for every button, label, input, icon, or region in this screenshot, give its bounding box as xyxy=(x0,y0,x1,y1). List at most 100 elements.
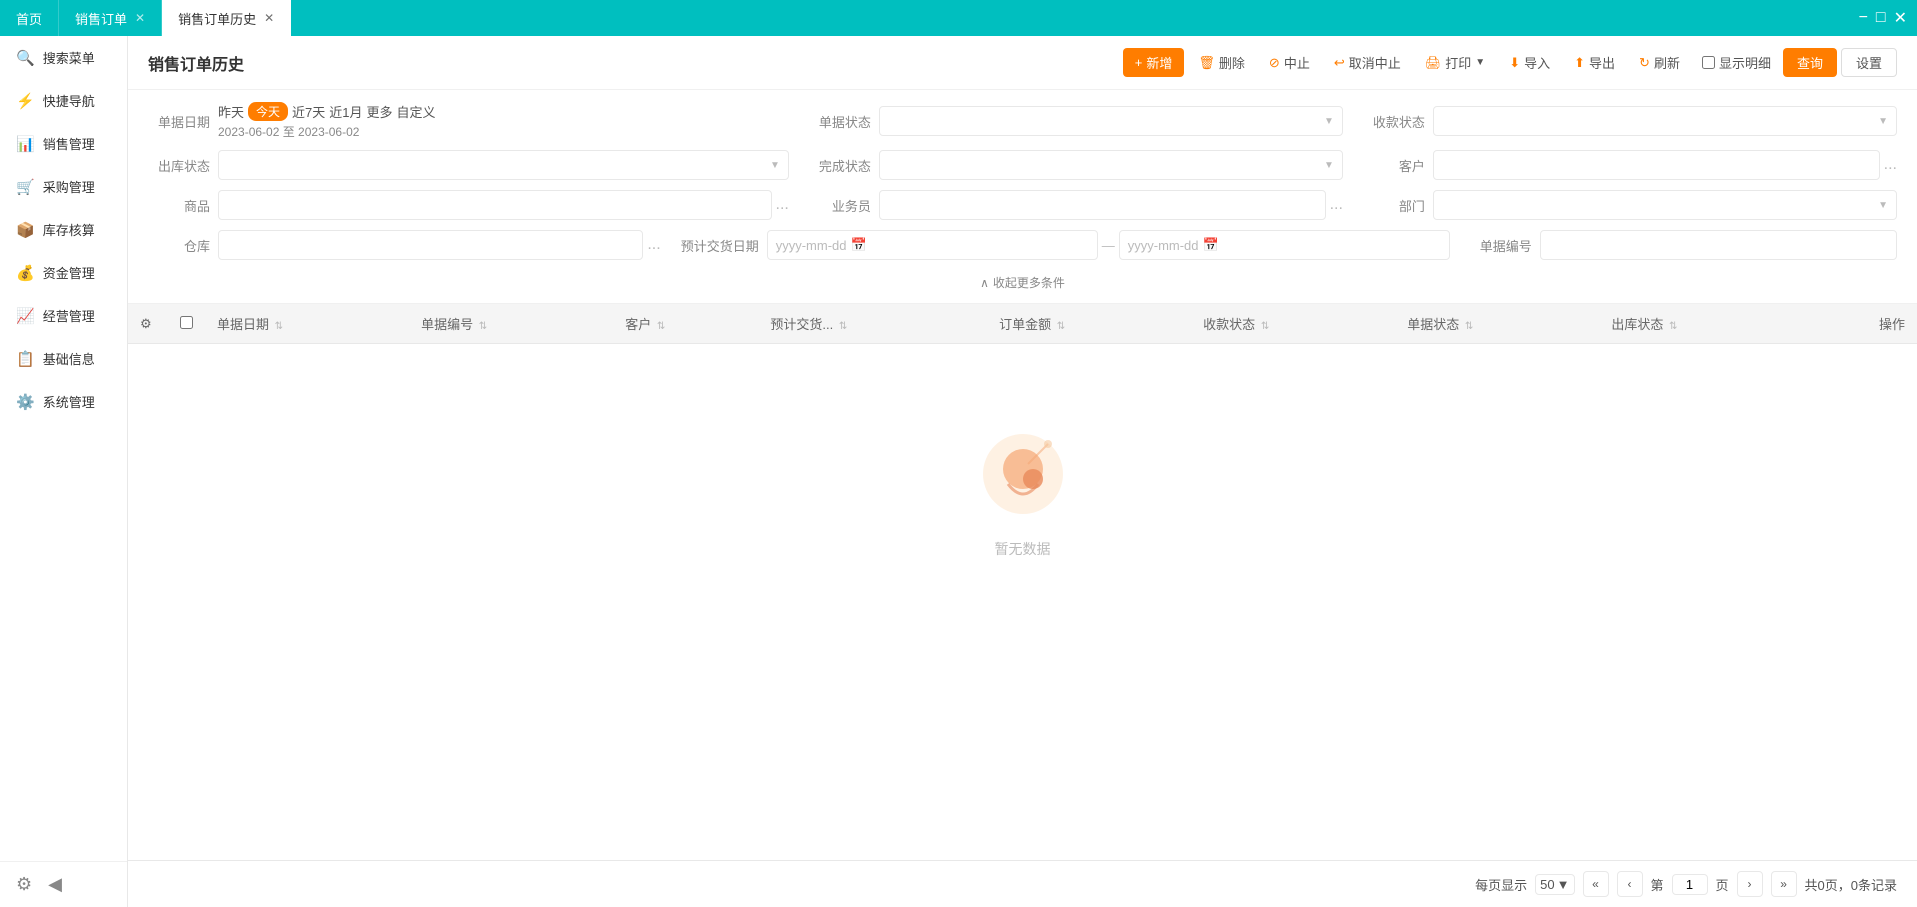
sidebar-item-quicknav[interactable]: ⚡ 快捷导航 xyxy=(0,79,127,122)
th-order-no[interactable]: 单据编号 ⇅ xyxy=(409,304,613,344)
sort-payment-status-icon[interactable]: ⇅ xyxy=(1261,321,1269,332)
th-delivery-status[interactable]: 出库状态 ⇅ xyxy=(1599,304,1803,344)
delivery-status-label: 出库状态 xyxy=(148,156,218,175)
settings-button[interactable]: 设置 xyxy=(1841,48,1897,77)
th-customer[interactable]: 客户 ⇅ xyxy=(613,304,758,344)
empty-state: 暂无数据 xyxy=(128,344,1917,639)
sidebar-item-operations-label: 经营管理 xyxy=(43,306,95,325)
warehouse-more-icon[interactable]: ... xyxy=(647,236,660,254)
sidebar-item-purchase[interactable]: 🛒 采购管理 xyxy=(0,165,127,208)
table-header-row: ⚙ 单据日期 ⇅ 单据编号 ⇅ xyxy=(128,304,1917,344)
tab-sales-order[interactable]: 销售订单 ✕ xyxy=(59,0,162,36)
inventory-icon: 📦 xyxy=(16,221,35,239)
department-arrow-icon: ▼ xyxy=(1878,200,1888,211)
prev-page-button[interactable]: ‹ xyxy=(1617,871,1643,897)
tab-home[interactable]: 首页 xyxy=(0,0,59,36)
new-button-label: 新增 xyxy=(1146,53,1172,72)
export-button[interactable]: ⬆ 导出 xyxy=(1564,48,1625,77)
page-number-input[interactable] xyxy=(1672,874,1708,895)
display-cols-checkbox[interactable]: 显示明细 xyxy=(1702,53,1771,72)
th-expected-delivery[interactable]: 预计交货... ⇅ xyxy=(758,304,987,344)
collapse-filters-button[interactable]: ∧ 收起更多条件 xyxy=(148,270,1897,291)
stop-button[interactable]: ⊘ 中止 xyxy=(1259,48,1320,77)
warehouse-input[interactable] xyxy=(218,230,643,260)
customer-more-icon[interactable]: ... xyxy=(1884,156,1897,174)
th-order-status-label: 单据状态 xyxy=(1407,317,1459,332)
basic-info-icon: 📋 xyxy=(16,350,35,368)
display-cols-input[interactable] xyxy=(1702,56,1715,69)
data-table: ⚙ 单据日期 ⇅ 单据编号 ⇅ xyxy=(128,304,1917,344)
print-button[interactable]: 🖨 打印 ▼ xyxy=(1415,48,1495,77)
th-settings[interactable]: ⚙ xyxy=(128,304,168,344)
cancel-stop-button[interactable]: ↩ 取消中止 xyxy=(1324,48,1411,77)
tab-sales-history[interactable]: 销售订单历史 ✕ xyxy=(162,0,291,36)
query-button[interactable]: 查询 xyxy=(1783,48,1837,77)
expected-date-to-input[interactable]: yyyy-mm-dd 📅 xyxy=(1119,230,1450,260)
sidebar-item-search[interactable]: 🔍 搜索菜单 xyxy=(0,36,127,79)
tab-sales-order-close[interactable]: ✕ xyxy=(135,11,145,25)
th-order-amount[interactable]: 订单金额 ⇅ xyxy=(987,304,1191,344)
th-order-status[interactable]: 单据状态 ⇅ xyxy=(1395,304,1599,344)
date-opt-today[interactable]: 今天 xyxy=(248,102,288,121)
sort-order-no-icon[interactable]: ⇅ xyxy=(479,321,487,332)
th-checkbox[interactable] xyxy=(168,304,205,344)
tab-sales-order-label: 销售订单 xyxy=(75,9,127,28)
minimize-btn[interactable]: − xyxy=(1859,9,1868,27)
sidebar-item-basic-info[interactable]: 📋 基础信息 xyxy=(0,337,127,380)
page-suffix-label: 页 xyxy=(1716,875,1729,894)
department-select[interactable]: ▼ xyxy=(1433,190,1897,220)
order-status-select[interactable]: ▼ xyxy=(879,106,1343,136)
th-date[interactable]: 单据日期 ⇅ xyxy=(205,304,409,344)
complete-status-select[interactable]: ▼ xyxy=(879,150,1343,180)
next-page-button[interactable]: › xyxy=(1737,871,1763,897)
window-controls: − □ ✕ xyxy=(1859,8,1907,28)
empty-text: 暂无数据 xyxy=(995,539,1051,559)
import-button[interactable]: ⬇ 导入 xyxy=(1499,48,1560,77)
last-page-button[interactable]: » xyxy=(1771,871,1797,897)
date-opt-1month[interactable]: 近1月 xyxy=(329,102,362,121)
date-opt-more[interactable]: 更多 xyxy=(367,102,393,121)
new-button[interactable]: + 新增 xyxy=(1123,48,1185,77)
sort-customer-icon[interactable]: ⇅ xyxy=(657,321,665,332)
sidebar-item-finance[interactable]: 💰 资金管理 xyxy=(0,251,127,294)
payment-status-select[interactable]: ▼ xyxy=(1433,106,1897,136)
th-payment-status[interactable]: 收款状态 ⇅ xyxy=(1191,304,1395,344)
expected-date-from-input[interactable]: yyyy-mm-dd 📅 xyxy=(767,230,1098,260)
sidebar-item-system[interactable]: ⚙️ 系统管理 xyxy=(0,380,127,423)
sidebar-item-inventory[interactable]: 📦 库存核算 xyxy=(0,208,127,251)
purchase-icon: 🛒 xyxy=(16,178,35,196)
refresh-button[interactable]: ↻ 刷新 xyxy=(1629,48,1690,77)
first-page-button[interactable]: « xyxy=(1583,871,1609,897)
order-no-input[interactable] xyxy=(1540,230,1897,260)
table-area: ⚙ 单据日期 ⇅ 单据编号 ⇅ xyxy=(128,304,1917,860)
sort-date-icon[interactable]: ⇅ xyxy=(275,321,283,332)
select-all-checkbox[interactable] xyxy=(180,316,193,329)
sort-order-amount-icon[interactable]: ⇅ xyxy=(1057,321,1065,332)
delivery-status-select[interactable]: ▼ xyxy=(218,150,789,180)
sort-delivery-status-icon[interactable]: ⇅ xyxy=(1669,321,1677,332)
sort-expected-delivery-icon[interactable]: ⇅ xyxy=(839,321,847,332)
content-area: 销售订单历史 + 新增 🗑 删除 ⊘ 中止 ↩ 取消中止 xyxy=(128,36,1917,907)
sidebar-item-operations[interactable]: 📈 经营管理 xyxy=(0,294,127,337)
close-btn[interactable]: ✕ xyxy=(1894,8,1907,28)
filter-row-2: 出库状态 ▼ 完成状态 ▼ 客户 xyxy=(148,150,1897,180)
date-opt-yesterday[interactable]: 昨天 xyxy=(218,102,244,121)
toolbar: + 新增 🗑 删除 ⊘ 中止 ↩ 取消中止 🖨 打印 xyxy=(1123,48,1897,89)
department-label: 部门 xyxy=(1363,196,1433,215)
customer-input[interactable] xyxy=(1433,150,1880,180)
page-size-select[interactable]: 50 ▼ xyxy=(1535,874,1574,895)
sidebar-settings-icon[interactable]: ⚙ xyxy=(16,874,32,895)
table-settings-icon[interactable]: ⚙ xyxy=(140,316,152,331)
tab-sales-history-close[interactable]: ✕ xyxy=(264,11,274,25)
sort-order-status-icon[interactable]: ⇅ xyxy=(1465,321,1473,332)
delete-button[interactable]: 🗑 删除 xyxy=(1188,48,1255,77)
maximize-btn[interactable]: □ xyxy=(1876,9,1886,27)
salesperson-input[interactable] xyxy=(879,190,1326,220)
goods-more-icon[interactable]: ... xyxy=(776,196,789,214)
salesperson-more-icon[interactable]: ... xyxy=(1330,196,1343,214)
goods-input[interactable] xyxy=(218,190,772,220)
date-opt-custom[interactable]: 自定义 xyxy=(397,102,436,121)
sidebar-collapse-icon[interactable]: ◀ xyxy=(48,874,62,895)
date-opt-7days[interactable]: 近7天 xyxy=(292,102,325,121)
sidebar-item-sales[interactable]: 📊 销售管理 xyxy=(0,122,127,165)
